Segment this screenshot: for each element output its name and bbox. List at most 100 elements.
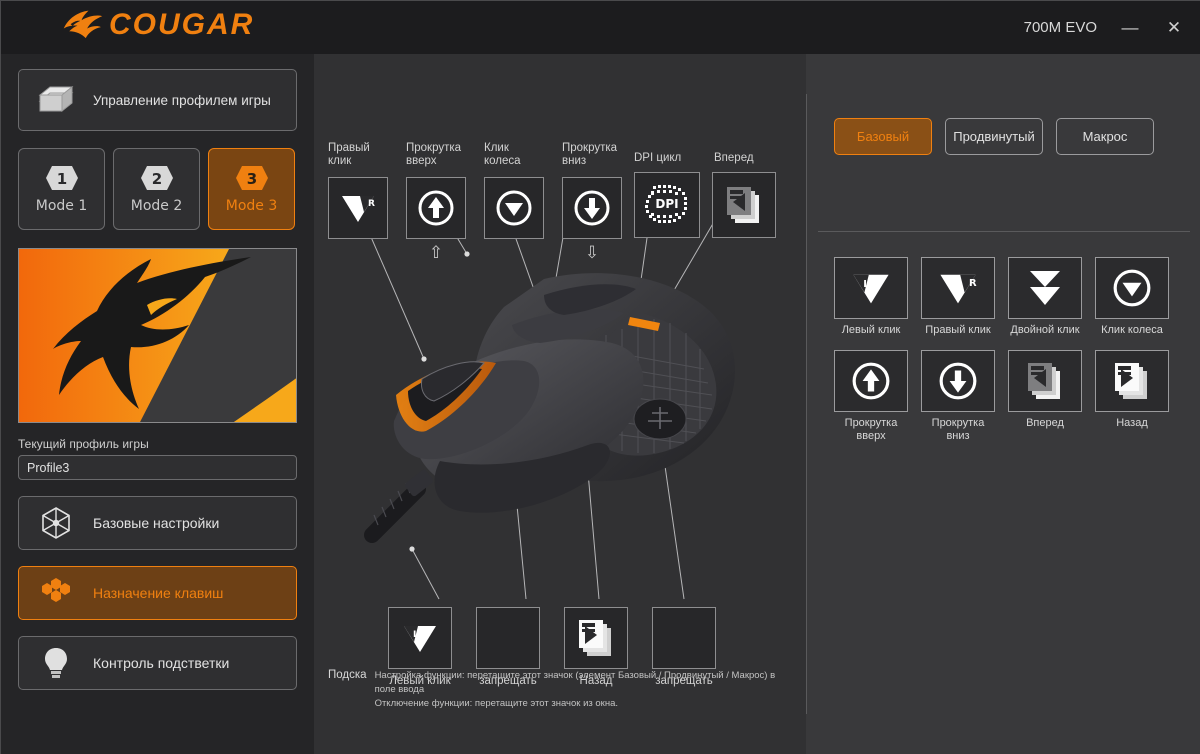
slot-disabled-1[interactable] bbox=[476, 607, 540, 669]
hint-line-1: Настройка функции: перетащите этот значо… bbox=[374, 670, 776, 695]
slot-disabled-2[interactable] bbox=[652, 607, 716, 669]
tab-macro[interactable]: Макрос bbox=[1056, 118, 1154, 155]
minimize-button[interactable]: — bbox=[1119, 19, 1141, 36]
tab-basic[interactable]: Базовый bbox=[834, 118, 932, 155]
left-click-icon: L bbox=[404, 626, 436, 652]
mode-button-2[interactable]: 2 Mode 2 bbox=[113, 148, 200, 230]
function-box-left-click[interactable]: L bbox=[834, 257, 908, 319]
slot-left-click[interactable]: L bbox=[388, 607, 452, 669]
function-grid: L Левый клик R Правый клик Двойной клик … bbox=[834, 257, 1174, 443]
sidebar-item-key-assignment[interactable]: Назначение клавиш bbox=[18, 566, 297, 620]
svg-text:R: R bbox=[969, 278, 977, 289]
function-item-scroll-up: Прокрутка вверх bbox=[834, 350, 908, 443]
wheel-down-glyph: ⇩ bbox=[584, 243, 600, 262]
device-mapping-panel: Правый клик R Прокрутка вверх ⇧ Клик кол… bbox=[314, 54, 806, 754]
function-item-right-click: R Правый клик bbox=[921, 257, 995, 337]
function-library-panel: Базовый Продвинутый Макрос L Левый клик bbox=[806, 54, 1200, 754]
forward-page-icon bbox=[727, 187, 759, 223]
scroll-up-icon bbox=[852, 362, 890, 400]
slot-dpi-cycle[interactable]: DPI bbox=[634, 172, 700, 238]
sidebar: Управление профилем игры 1 Mode 1 2 Mode… bbox=[1, 54, 314, 754]
hint-bar: Подска Настройка функции: перетащите это… bbox=[328, 669, 798, 711]
sidebar-label-key-assignment: Назначение клавиш bbox=[93, 585, 224, 601]
svg-text:2: 2 bbox=[151, 170, 161, 188]
hint-key-label: Подска bbox=[328, 669, 367, 681]
slot-wheel-click[interactable] bbox=[484, 177, 544, 239]
mode-label-1: Mode 1 bbox=[35, 197, 88, 214]
slot-caption-right-click: Правый клик bbox=[328, 142, 370, 167]
hint-text: Настройка функции: перетащите этот значо… bbox=[375, 669, 798, 711]
hexagon-settings-icon bbox=[19, 507, 93, 539]
profile-management-label: Управление профилем игры bbox=[93, 92, 271, 108]
tab-advanced[interactable]: Продвинутый bbox=[945, 118, 1043, 155]
slot-forward[interactable] bbox=[712, 172, 776, 238]
back-page-icon bbox=[579, 620, 611, 656]
right-click-icon: R bbox=[342, 196, 375, 222]
close-button[interactable]: ✕ bbox=[1163, 19, 1185, 36]
function-box-double-click[interactable] bbox=[1008, 257, 1082, 319]
mode-button-3[interactable]: 3 Mode 3 bbox=[208, 148, 295, 230]
cougar-head-logo-icon bbox=[63, 10, 103, 39]
function-label-scroll-up: Прокрутка вверх bbox=[844, 417, 898, 442]
svg-text:1: 1 bbox=[56, 170, 66, 188]
slot-caption-scroll-up: Прокрутка вверх bbox=[406, 142, 462, 167]
sidebar-item-basic-settings[interactable]: Базовые настройки bbox=[18, 496, 297, 550]
slot-scroll-up[interactable] bbox=[406, 177, 466, 239]
current-profile-label: Текущий профиль игры bbox=[18, 437, 149, 451]
svg-text:3: 3 bbox=[246, 170, 256, 188]
function-label-double-click: Двойной клик bbox=[1010, 324, 1080, 336]
wheel-up-glyph: ⇧ bbox=[428, 243, 444, 262]
slot-scroll-down[interactable] bbox=[562, 177, 622, 239]
hexagon-number-icon: 1 bbox=[45, 165, 78, 190]
slot-caption-scroll-down: Прокрутка вниз bbox=[562, 142, 618, 167]
function-box-back[interactable] bbox=[1095, 350, 1169, 412]
function-item-left-click: L Левый клик bbox=[834, 257, 908, 337]
mouse-product-image bbox=[344, 239, 784, 569]
slot-back[interactable] bbox=[564, 607, 628, 669]
mode-selector: 1 Mode 1 2 Mode 2 3 Mode 3 bbox=[18, 148, 297, 230]
title-bar: COUGAR 700M EVO — ✕ bbox=[1, 1, 1200, 54]
sidebar-label-lighting-control: Контроль подстветки bbox=[93, 655, 230, 671]
mode-label-2: Mode 2 bbox=[130, 197, 183, 214]
hexagon-number-icon: 3 bbox=[235, 165, 268, 190]
svg-text:R: R bbox=[368, 199, 375, 209]
scroll-down-icon bbox=[939, 362, 977, 400]
profile-management-button[interactable]: Управление профилем игры bbox=[18, 69, 297, 131]
function-item-scroll-down: Прокрутка вниз bbox=[921, 350, 995, 443]
function-item-wheel-click: Клик колеса bbox=[1095, 257, 1169, 337]
function-box-scroll-down[interactable] bbox=[921, 350, 995, 412]
function-label-scroll-down: Прокрутка вниз bbox=[931, 417, 985, 442]
slot-right-click[interactable]: R bbox=[328, 177, 388, 239]
brand-name: COUGAR bbox=[109, 8, 255, 41]
hexagon-number-icon: 2 bbox=[140, 165, 173, 190]
svg-text:DPI: DPI bbox=[655, 197, 678, 211]
forward-page-icon bbox=[1028, 363, 1060, 399]
brand-logo: COUGAR bbox=[61, 7, 254, 43]
slot-caption-wheel-click: Клик колеса bbox=[484, 142, 521, 167]
back-page-icon bbox=[1115, 363, 1147, 399]
hint-line-2: Отключение функции: перетащите этот знач… bbox=[374, 698, 618, 709]
folders-icon bbox=[19, 83, 93, 117]
dpi-cycle-icon: DPI bbox=[645, 185, 687, 223]
function-item-double-click: Двойной клик bbox=[1008, 257, 1082, 337]
function-box-forward[interactable] bbox=[1008, 350, 1082, 412]
function-box-wheel-click[interactable] bbox=[1095, 257, 1169, 319]
profile-image bbox=[18, 248, 297, 423]
left-click-icon: L bbox=[853, 274, 889, 304]
sidebar-item-lighting-control[interactable]: Контроль подстветки bbox=[18, 636, 297, 690]
function-box-scroll-up[interactable] bbox=[834, 350, 908, 412]
function-label-right-click: Правый клик bbox=[925, 324, 991, 336]
sidebar-label-basic-settings: Базовые настройки bbox=[93, 515, 220, 531]
current-profile-input[interactable] bbox=[18, 455, 297, 480]
function-box-right-click[interactable]: R bbox=[921, 257, 995, 319]
panel-divider-horizontal bbox=[818, 231, 1190, 232]
mode-button-1[interactable]: 1 Mode 1 bbox=[18, 148, 105, 230]
svg-text:L: L bbox=[413, 630, 419, 640]
svg-text:L: L bbox=[863, 279, 870, 290]
scroll-down-icon bbox=[574, 190, 610, 226]
hex-cluster-icon bbox=[19, 578, 93, 608]
function-label-wheel-click: Клик колеса bbox=[1101, 324, 1163, 336]
panel-divider-vertical bbox=[806, 94, 807, 714]
function-item-forward: Вперед bbox=[1008, 350, 1082, 443]
window-controls-area: 700M EVO — ✕ bbox=[1024, 1, 1185, 54]
